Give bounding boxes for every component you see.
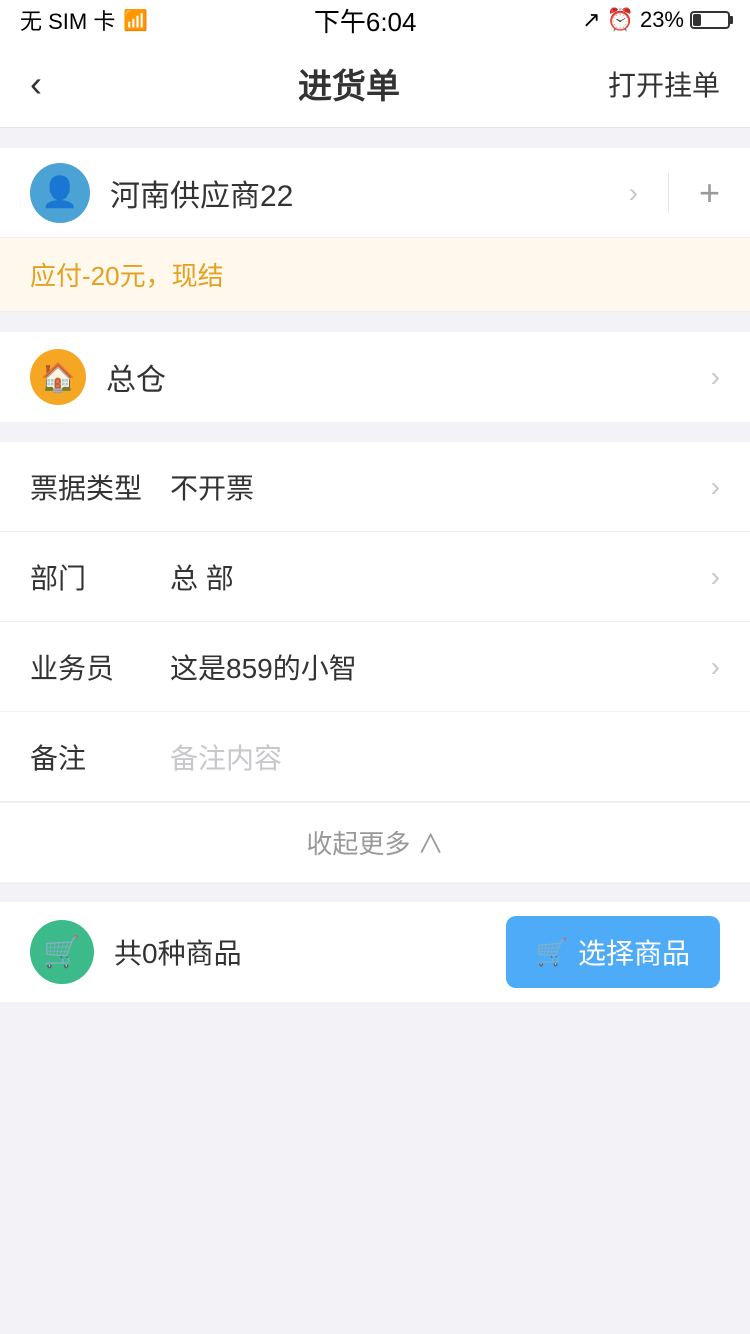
notice-text: 应付-20元，现结 bbox=[30, 261, 224, 291]
select-btn-icon: 🛒 bbox=[536, 937, 568, 968]
salesperson-chevron-icon: › bbox=[711, 651, 720, 683]
page-title: 进货单 bbox=[298, 59, 400, 108]
status-time: 下午6:04 bbox=[314, 2, 417, 39]
open-pending-button[interactable]: 打开挂单 bbox=[608, 64, 720, 104]
invoice-value: 不开票 bbox=[170, 467, 711, 507]
supplier-right: › + bbox=[629, 172, 720, 214]
department-chevron-icon: › bbox=[711, 561, 720, 593]
supplier-divider bbox=[668, 173, 669, 213]
warehouse-chevron-icon: › bbox=[711, 361, 720, 393]
remark-input[interactable]: 备注内容 bbox=[170, 737, 720, 777]
invoice-label: 票据类型 bbox=[30, 467, 150, 507]
alarm-icon: ⏰ bbox=[607, 7, 634, 33]
status-right: ↗ ⏰ 23% bbox=[582, 7, 730, 33]
nav-bar: ‹ 进货单 打开挂单 bbox=[0, 40, 750, 128]
department-value: 总 部 bbox=[170, 557, 711, 597]
warehouse-icon: 🏠 bbox=[30, 349, 86, 405]
remark-label: 备注 bbox=[30, 737, 150, 777]
sim-label: 无 SIM 卡 bbox=[20, 4, 115, 36]
avatar-icon: 👤 bbox=[41, 175, 78, 210]
wifi-icon: 📶 bbox=[123, 8, 148, 33]
salesperson-label: 业务员 bbox=[30, 647, 150, 687]
back-button[interactable]: ‹ bbox=[30, 63, 90, 105]
add-supplier-button[interactable]: + bbox=[699, 172, 720, 214]
warehouse-section: 🏠 总仓 › bbox=[0, 332, 750, 422]
collapse-button[interactable]: 收起更多 ∧ bbox=[0, 802, 750, 882]
location-icon: ↗ bbox=[582, 7, 600, 33]
bottom-area bbox=[0, 1002, 750, 1302]
product-icon: 🛒 bbox=[30, 920, 94, 984]
status-bar: 无 SIM 卡 📶 下午6:04 ↗ ⏰ 23% bbox=[0, 0, 750, 40]
invoice-chevron-icon: › bbox=[711, 471, 720, 503]
form-section: 票据类型 不开票 › 部门 总 部 › 业务员 这是859的小智 › 备注 备注… bbox=[0, 442, 750, 882]
select-btn-label: 选择商品 bbox=[578, 932, 690, 972]
salesperson-row[interactable]: 业务员 这是859的小智 › bbox=[0, 622, 750, 712]
section-gap-1 bbox=[0, 128, 750, 148]
supplier-avatar: 👤 bbox=[30, 163, 90, 223]
salesperson-value: 这是859的小智 bbox=[170, 647, 711, 687]
cart-icon: 🛒 bbox=[43, 935, 80, 970]
notice-banner: 应付-20元，现结 bbox=[0, 238, 750, 312]
status-left: 无 SIM 卡 📶 bbox=[20, 4, 148, 36]
warehouse-name: 总仓 bbox=[106, 355, 711, 399]
product-bar: 🛒 共0种商品 🛒 选择商品 bbox=[0, 902, 750, 1002]
supplier-section: 👤 河南供应商22 › + 应付-20元，现结 bbox=[0, 148, 750, 312]
select-product-button[interactable]: 🛒 选择商品 bbox=[506, 916, 720, 988]
battery-percent: 23% bbox=[640, 7, 684, 33]
section-gap-2 bbox=[0, 312, 750, 332]
battery-icon bbox=[690, 11, 730, 29]
supplier-chevron-icon: › bbox=[629, 177, 638, 209]
supplier-name: 河南供应商22 bbox=[110, 171, 629, 215]
supplier-row[interactable]: 👤 河南供应商22 › + bbox=[0, 148, 750, 238]
collapse-label: 收起更多 ∧ bbox=[306, 824, 443, 861]
warehouse-row[interactable]: 🏠 总仓 › bbox=[0, 332, 750, 422]
warehouse-home-icon: 🏠 bbox=[41, 361, 76, 394]
remark-row[interactable]: 备注 备注内容 bbox=[0, 712, 750, 802]
invoice-row[interactable]: 票据类型 不开票 › bbox=[0, 442, 750, 532]
product-count: 共0种商品 bbox=[114, 932, 506, 972]
department-label: 部门 bbox=[30, 557, 150, 597]
department-row[interactable]: 部门 总 部 › bbox=[0, 532, 750, 622]
